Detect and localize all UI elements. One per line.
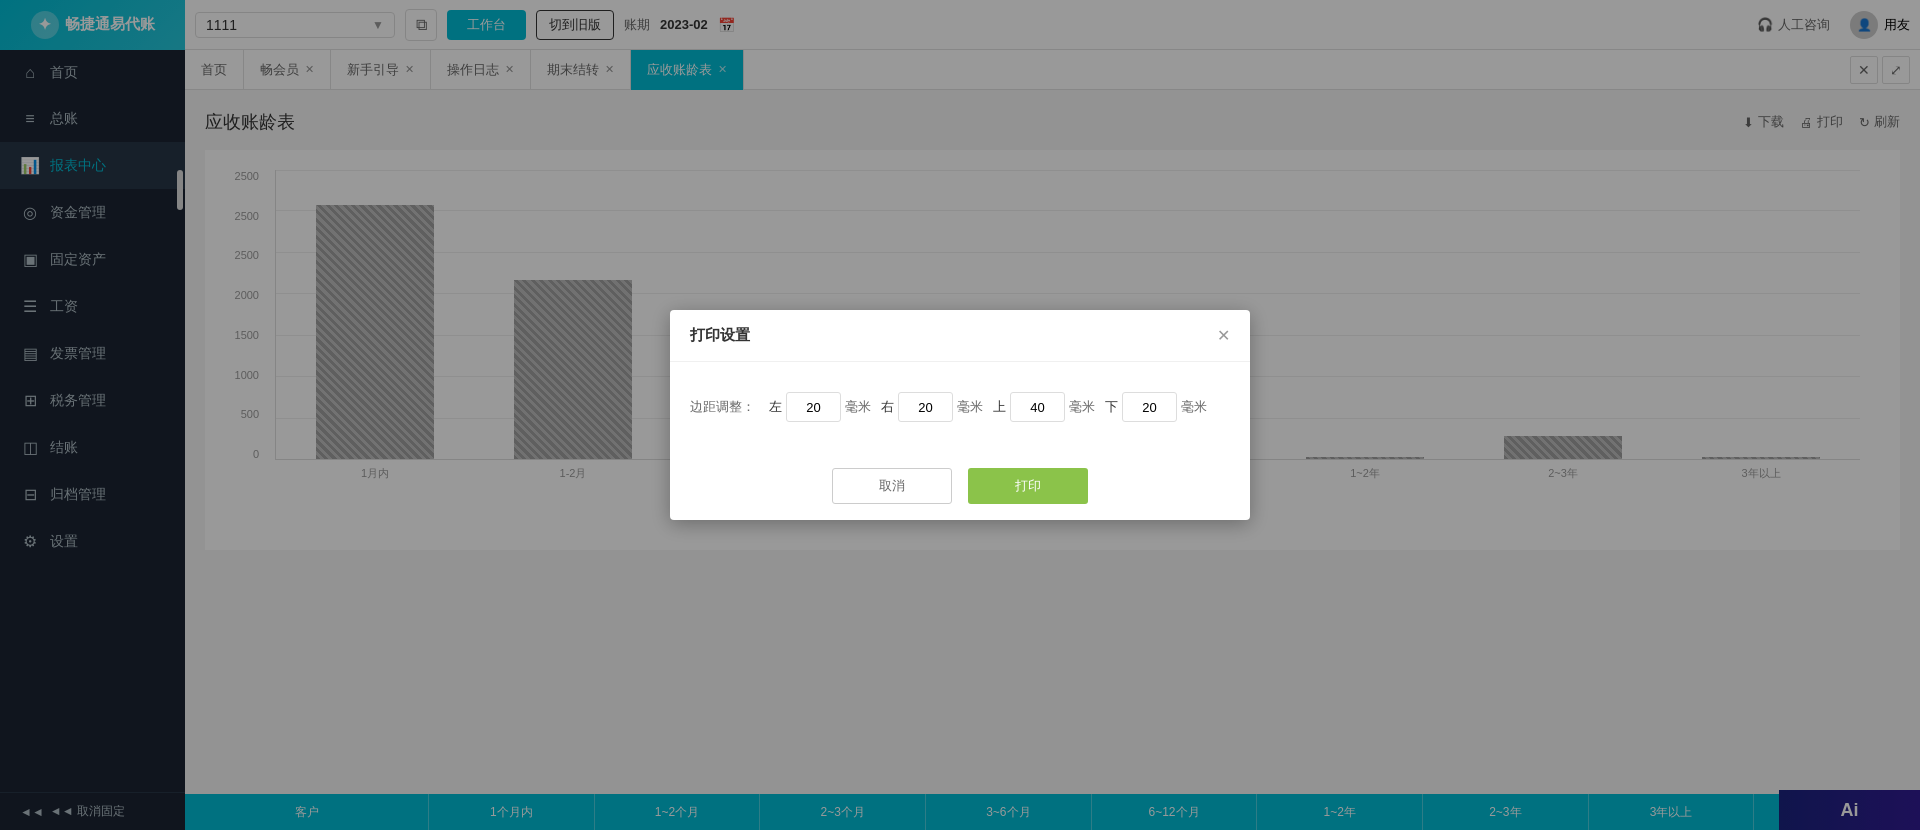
dialog-footer: 取消 打印 (670, 452, 1250, 520)
right-label: 右 (881, 398, 894, 416)
bottom-margin-input[interactable] (1122, 392, 1177, 422)
margin-row: 边距调整： 左 毫米 右 毫米 上 毫米 下 (690, 392, 1230, 422)
left-margin-group: 左 毫米 (769, 392, 871, 422)
left-label: 左 (769, 398, 782, 416)
margin-label: 边距调整： (690, 398, 755, 416)
left-margin-input[interactable] (786, 392, 841, 422)
dialog-body: 边距调整： 左 毫米 右 毫米 上 毫米 下 (670, 362, 1250, 452)
print-settings-dialog: 打印设置 ✕ 边距调整： 左 毫米 右 毫米 上 毫米 (670, 310, 1250, 520)
bottom-unit: 毫米 (1181, 398, 1207, 416)
cancel-button[interactable]: 取消 (832, 468, 952, 504)
dialog-title: 打印设置 (690, 326, 750, 345)
bottom-label: 下 (1105, 398, 1118, 416)
top-margin-input[interactable] (1010, 392, 1065, 422)
modal-overlay[interactable]: 打印设置 ✕ 边距调整： 左 毫米 右 毫米 上 毫米 (0, 0, 1920, 830)
top-margin-group: 上 毫米 (993, 392, 1095, 422)
top-label: 上 (993, 398, 1006, 416)
left-unit: 毫米 (845, 398, 871, 416)
right-unit: 毫米 (957, 398, 983, 416)
dialog-close-button[interactable]: ✕ (1217, 326, 1230, 345)
confirm-print-button[interactable]: 打印 (968, 468, 1088, 504)
right-margin-group: 右 毫米 (881, 392, 983, 422)
top-unit: 毫米 (1069, 398, 1095, 416)
bottom-margin-group: 下 毫米 (1105, 392, 1207, 422)
dialog-header: 打印设置 ✕ (670, 310, 1250, 362)
right-margin-input[interactable] (898, 392, 953, 422)
